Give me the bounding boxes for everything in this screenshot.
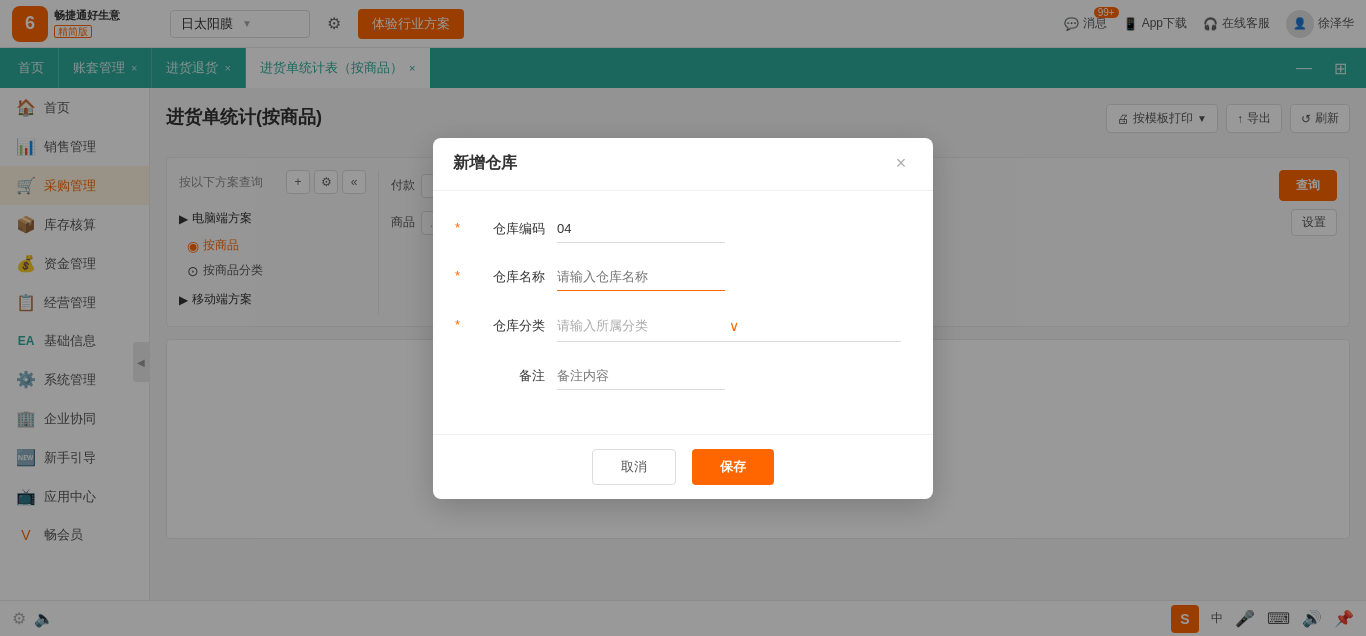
modal-footer: 取消 保存 bbox=[433, 434, 933, 499]
code-label: 仓库编码 bbox=[465, 220, 545, 238]
modal-header: 新增仓库 × bbox=[433, 138, 933, 191]
form-row-code: 仓库编码 bbox=[465, 215, 901, 243]
form-row-category: 仓库分类 请输入所属分类 ∨ bbox=[465, 311, 901, 342]
warehouse-code-input[interactable] bbox=[557, 215, 725, 243]
category-placeholder: 请输入所属分类 bbox=[557, 317, 729, 335]
modal-close-button[interactable]: × bbox=[889, 152, 913, 176]
remark-input-wrapper bbox=[557, 362, 901, 390]
name-input-wrapper bbox=[557, 263, 901, 291]
save-button[interactable]: 保存 bbox=[692, 449, 774, 485]
add-warehouse-modal: 新增仓库 × 仓库编码 仓库名称 仓库分类 请输入所属 bbox=[433, 138, 933, 499]
modal-title: 新增仓库 bbox=[453, 153, 517, 174]
warehouse-name-input[interactable] bbox=[557, 263, 725, 291]
remark-label: 备注 bbox=[465, 367, 545, 385]
category-label: 仓库分类 bbox=[465, 317, 545, 335]
form-row-name: 仓库名称 bbox=[465, 263, 901, 291]
code-input-wrapper bbox=[557, 215, 901, 243]
form-row-remark: 备注 bbox=[465, 362, 901, 390]
warehouse-remark-input[interactable] bbox=[557, 362, 725, 390]
modal-body: 仓库编码 仓库名称 仓库分类 请输入所属分类 ∨ bbox=[433, 191, 933, 434]
category-chevron-icon: ∨ bbox=[729, 318, 901, 334]
modal-overlay[interactable]: 新增仓库 × 仓库编码 仓库名称 仓库分类 请输入所属 bbox=[0, 0, 1366, 636]
name-label: 仓库名称 bbox=[465, 268, 545, 286]
cancel-button[interactable]: 取消 bbox=[592, 449, 676, 485]
category-select-wrapper[interactable]: 请输入所属分类 ∨ bbox=[557, 311, 901, 342]
